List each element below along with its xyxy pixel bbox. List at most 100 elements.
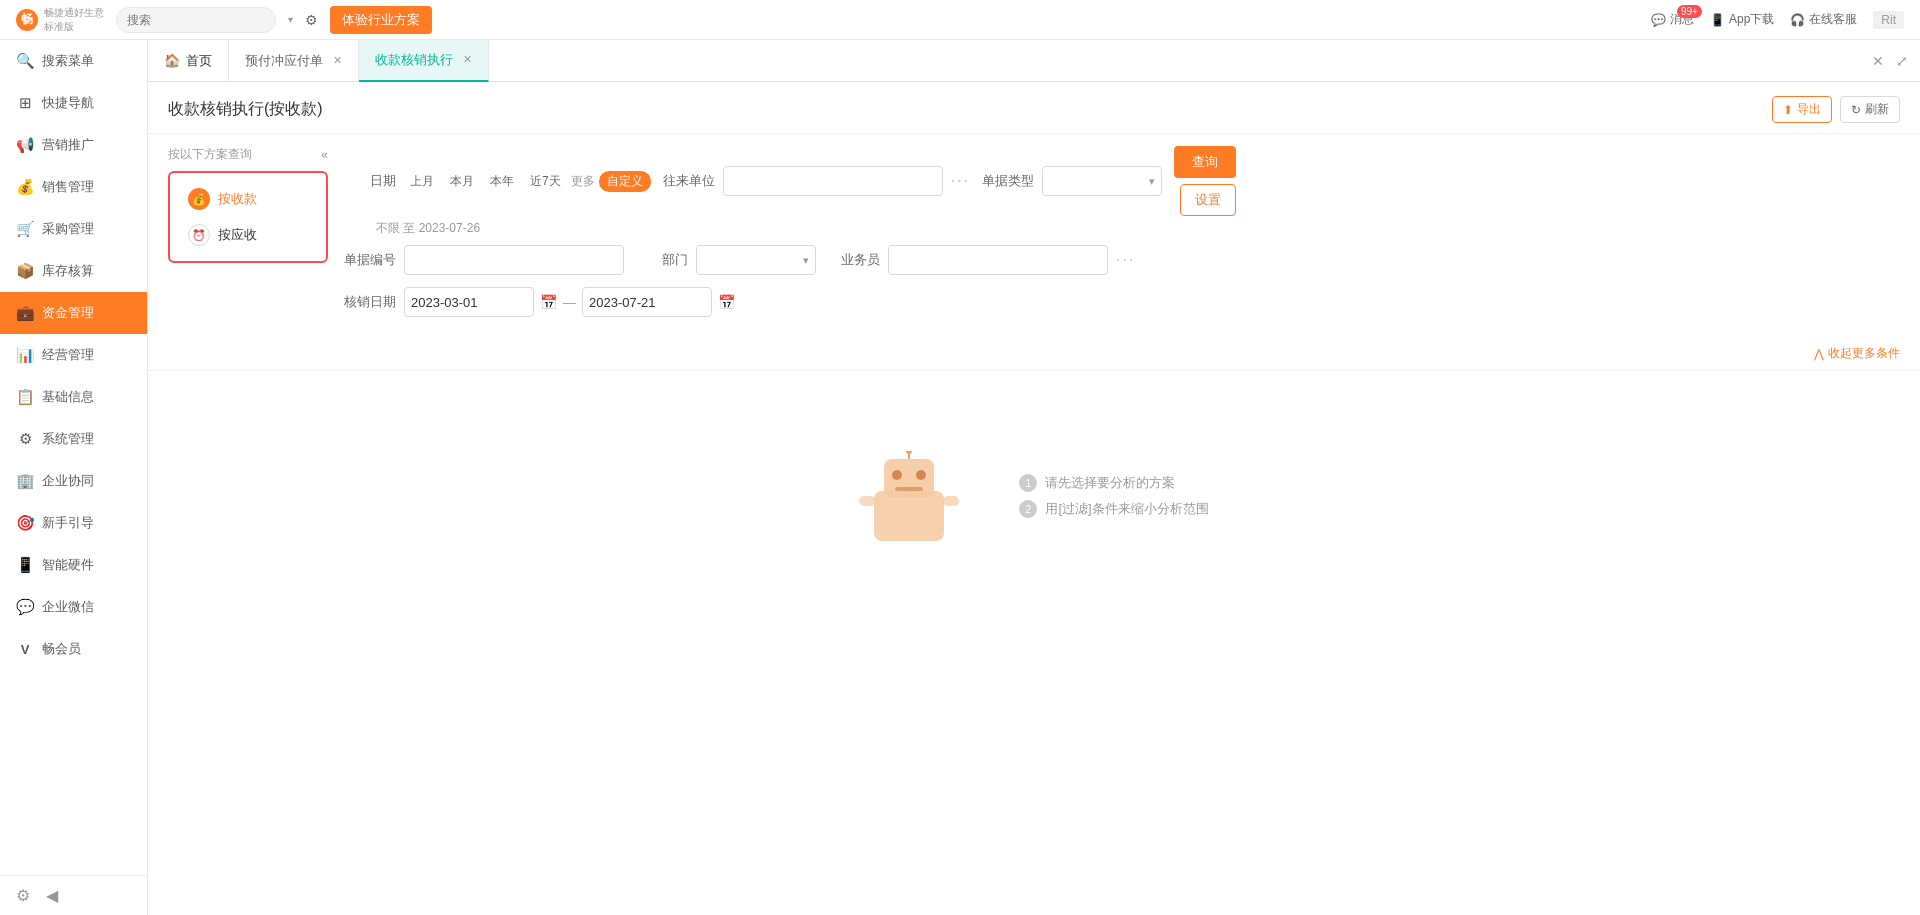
sidebar-item-finance[interactable]: 💼 资金管理 <box>0 292 147 334</box>
tab-expand-icon[interactable]: ⤢ <box>1892 49 1912 73</box>
message-button[interactable]: 💬 消息 99+ <box>1651 11 1694 28</box>
sidebar: 🔍 搜索菜单 ⊞ 快捷导航 📢 营销推广 💰 销售管理 🛒 采购管理 📦 库存核… <box>0 40 148 915</box>
by-receivable-icon: ⏰ <box>188 224 210 246</box>
date-btn-7days[interactable]: 近7天 <box>524 171 567 192</box>
page-title: 收款核销执行(按收款) <box>168 99 323 120</box>
sidebar-item-label: 畅会员 <box>42 640 81 658</box>
export-button[interactable]: ⬆ 导出 <box>1772 96 1832 123</box>
svg-rect-0 <box>874 491 944 541</box>
verify-date-to-input[interactable] <box>582 287 712 317</box>
operations-icon: 📊 <box>16 346 34 364</box>
filter-sidebar-label: 按以下方案查询 « <box>168 146 328 163</box>
sidebar-item-basic-info[interactable]: 📋 基础信息 <box>0 376 147 418</box>
quick-nav-icon: ⊞ <box>16 94 34 112</box>
collapse-more-button[interactable]: ⋀ 收起更多条件 <box>1814 345 1900 362</box>
doc-type-field: 单据类型 <box>982 166 1162 196</box>
sidebar-item-system[interactable]: ⚙ 系统管理 <box>0 418 147 460</box>
sidebar-item-marketing[interactable]: 📢 营销推广 <box>0 124 147 166</box>
svg-point-3 <box>916 470 926 480</box>
sidebar-item-wechat[interactable]: 💬 企业微信 <box>0 586 147 628</box>
app-download-button[interactable]: 📱 App下载 <box>1710 11 1774 28</box>
sidebar-item-enterprise[interactable]: 🏢 企业协同 <box>0 460 147 502</box>
doc-no-input[interactable] <box>404 245 624 275</box>
tab-prepay[interactable]: 预付冲应付单 ✕ <box>229 40 359 82</box>
tab-close-all-icon[interactable]: ✕ <box>1868 49 1888 73</box>
sidebar-item-label: 搜索菜单 <box>42 52 94 70</box>
verify-date-to-cal-icon[interactable]: 📅 <box>718 294 735 310</box>
tab-bar: 🏠 首页 预付冲应付单 ✕ 收款核销执行 ✕ ✕ ⤢ <box>148 40 1920 82</box>
sidebar-item-operations[interactable]: 📊 经营管理 <box>0 334 147 376</box>
refresh-button[interactable]: ↻ 刷新 <box>1840 96 1900 123</box>
doc-no-label: 单据编号 <box>344 251 396 269</box>
filter-row-2: 单据编号 部门 <box>344 245 1900 275</box>
verify-date-field: 核销日期 📅 — 📅 <box>344 287 735 317</box>
by-receipt-icon: 💰 <box>188 188 210 210</box>
sidebar-bottom: ⚙ ◀ <box>0 875 147 915</box>
settings-icon[interactable]: ⚙ <box>305 12 318 28</box>
export-icon: ⬆ <box>1783 103 1793 117</box>
dept-select[interactable] <box>696 245 816 275</box>
filter-row-3: 核销日期 📅 — 📅 <box>344 287 1900 317</box>
filter-sidebar-collapse-icon[interactable]: « <box>321 148 328 162</box>
filter-option-by-receivable[interactable]: ⏰ 按应收 <box>178 217 318 253</box>
empty-state: 1 请先选择要分析的方案 2 用[过滤]条件来缩小分析范围 <box>148 371 1920 621</box>
tab-receipt-verify-close-icon[interactable]: ✕ <box>463 53 472 66</box>
sidebar-item-quick-nav[interactable]: ⊞ 快捷导航 <box>0 82 147 124</box>
user-info[interactable]: Rit <box>1873 11 1904 29</box>
page-inner: 收款核销执行(按收款) ⬆ 导出 ↻ 刷新 <box>148 82 1920 915</box>
collapse-bar: ⋀ 收起更多条件 <box>148 341 1920 371</box>
home-icon: 🏠 <box>164 53 180 68</box>
doc-type-select[interactable] <box>1042 166 1162 196</box>
date-btn-last-month[interactable]: 上月 <box>404 171 440 192</box>
filter-sidebar: 按以下方案查询 « 💰 按收款 ⏰ 按应收 <box>168 146 328 329</box>
staff-more-icon[interactable]: ··· <box>1116 251 1135 269</box>
logo-area: 畅 畅捷通好生意 标准版 <box>16 6 104 34</box>
counterparty-input[interactable] <box>723 166 943 196</box>
search-input[interactable] <box>116 7 276 33</box>
sidebar-item-sales[interactable]: 💰 销售管理 <box>0 166 147 208</box>
system-icon: ⚙ <box>16 430 34 448</box>
settings-button[interactable]: 设置 <box>1180 184 1236 216</box>
verify-date-from-cal-icon[interactable]: 📅 <box>540 294 557 310</box>
sidebar-item-label: 系统管理 <box>42 430 94 448</box>
tab-actions: ✕ ⤢ <box>1868 49 1920 73</box>
sidebar-collapse-icon[interactable]: ◀ <box>46 886 58 905</box>
verify-date-from-input[interactable] <box>404 287 534 317</box>
wechat-icon: 💬 <box>16 598 34 616</box>
verify-date-range: 📅 — 📅 <box>404 287 735 317</box>
counterparty-field: 往来单位 ··· <box>663 166 970 196</box>
page-header: 收款核销执行(按收款) ⬆ 导出 ↻ 刷新 <box>148 82 1920 134</box>
sidebar-item-label: 企业微信 <box>42 598 94 616</box>
top-bar: 畅 畅捷通好生意 标准版 ▾ ⚙ 体验行业方案 💬 消息 99+ 📱 App下载… <box>0 0 1920 40</box>
search-chevron-icon[interactable]: ▾ <box>288 14 293 25</box>
sidebar-item-member[interactable]: V 畅会员 <box>0 628 147 670</box>
date-more-btn[interactable]: 更多 <box>571 173 595 190</box>
dept-field: 部门 <box>636 245 816 275</box>
service-icon: 🎧 <box>1790 13 1805 27</box>
counterparty-more-icon[interactable]: ··· <box>951 172 970 190</box>
sidebar-item-search-menu[interactable]: 🔍 搜索菜单 <box>0 40 147 82</box>
sidebar-item-label: 资金管理 <box>42 304 94 322</box>
tab-prepay-close-icon[interactable]: ✕ <box>333 54 342 67</box>
date-btn-custom[interactable]: 自定义 <box>599 171 651 192</box>
sidebar-item-purchase[interactable]: 🛒 采购管理 <box>0 208 147 250</box>
sidebar-item-guide[interactable]: 🎯 新手引导 <box>0 502 147 544</box>
tab-home[interactable]: 🏠 首页 <box>148 40 229 82</box>
sidebar-item-hardware[interactable]: 📱 智能硬件 <box>0 544 147 586</box>
date-btn-this-year[interactable]: 本年 <box>484 171 520 192</box>
filter-option-by-receipt[interactable]: 💰 按收款 <box>178 181 318 217</box>
date-btn-this-month[interactable]: 本月 <box>444 171 480 192</box>
search-menu-icon: 🔍 <box>16 52 34 70</box>
robot-svg <box>859 451 959 541</box>
staff-input[interactable] <box>888 245 1108 275</box>
sidebar-item-label: 基础信息 <box>42 388 94 406</box>
content-area: 🏠 首页 预付冲应付单 ✕ 收款核销执行 ✕ ✕ ⤢ 收款核销执行(按 <box>148 40 1920 915</box>
query-button[interactable]: 查询 <box>1174 146 1236 178</box>
tab-receipt-verify[interactable]: 收款核销执行 ✕ <box>359 40 489 82</box>
solution-button[interactable]: 体验行业方案 <box>330 6 432 34</box>
sidebar-item-inventory[interactable]: 📦 库存核算 <box>0 250 147 292</box>
hint-num-2: 2 <box>1019 500 1037 518</box>
customer-service-button[interactable]: 🎧 在线客服 <box>1790 11 1857 28</box>
empty-hint-1: 1 请先选择要分析的方案 <box>1019 474 1208 492</box>
sidebar-settings-icon[interactable]: ⚙ <box>16 886 30 905</box>
